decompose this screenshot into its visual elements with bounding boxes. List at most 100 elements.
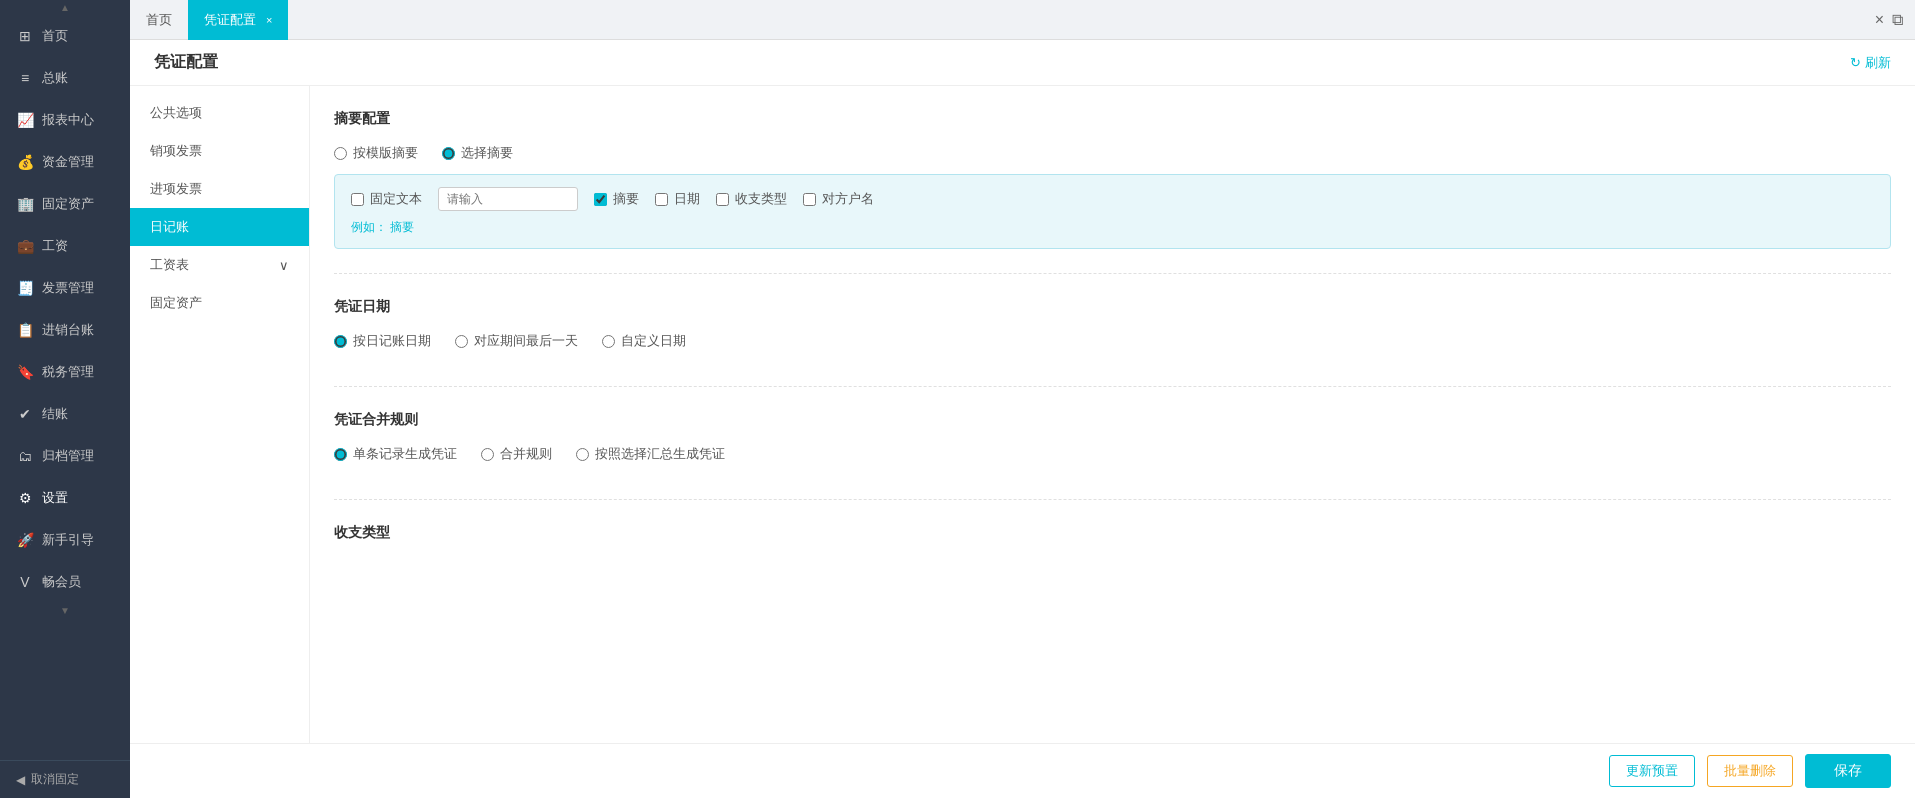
update-preview-button[interactable]: 更新预置 [1609, 755, 1695, 787]
radio-select-input[interactable] [442, 147, 455, 160]
tab-close-icon[interactable]: × [266, 14, 272, 26]
summary-config-title: 摘要配置 [334, 110, 1891, 128]
merge-rules-title: 凭证合并规则 [334, 411, 1891, 429]
fixed-assets-icon: 🏢 [16, 196, 34, 212]
checkout-icon: ✔ [16, 406, 34, 422]
tax-icon: 🔖 [16, 364, 34, 380]
sidebar-item-tax[interactable]: 🔖 税务管理 [0, 351, 130, 393]
batch-delete-button[interactable]: 批量删除 [1707, 755, 1793, 787]
checkbox-date-input[interactable] [655, 193, 668, 206]
checkbox-summary-input[interactable] [594, 193, 607, 206]
payroll-arrow-icon: ∨ [279, 258, 289, 273]
invoice-icon: 🧾 [16, 280, 34, 296]
sidebar-item-purchase-sales[interactable]: 📋 进销台账 [0, 309, 130, 351]
unpin-icon: ◀ [16, 773, 25, 787]
content-wrapper: 凭证配置 ↻ 刷新 公共选项 销项发票 进项发票 日记账 [130, 40, 1915, 798]
page-header: 凭证配置 ↻ 刷新 [130, 40, 1915, 86]
ledger-icon: ≡ [16, 70, 34, 86]
right-content: 摘要配置 按模版摘要 选择摘要 [310, 86, 1915, 743]
sidebar-item-member[interactable]: V 畅会员 [0, 561, 130, 603]
checkbox-counterparty[interactable]: 对方户名 [803, 190, 874, 208]
sidebar-item-guide[interactable]: 🚀 新手引导 [0, 519, 130, 561]
body-layout: 公共选项 销项发票 进项发票 日记账 工资表 ∨ 固定资产 [130, 86, 1915, 743]
radio-single-record[interactable]: 单条记录生成凭证 [334, 445, 457, 463]
radio-template-summary[interactable]: 按模版摘要 [334, 144, 418, 162]
guide-icon: 🚀 [16, 532, 34, 548]
sidebar-item-report[interactable]: 📈 报表中心 [0, 99, 130, 141]
sidebar-item-fund[interactable]: 💰 资金管理 [0, 141, 130, 183]
checkbox-summary[interactable]: 摘要 [594, 190, 639, 208]
summary-text-input[interactable] [438, 187, 578, 211]
radio-last-day[interactable]: 对应期间最后一天 [455, 332, 578, 350]
merge-rules-section: 凭证合并规则 单条记录生成凭证 合并规则 按照选择汇总生成凭证 [334, 411, 1891, 500]
voucher-date-radio-row: 按日记账日期 对应期间最后一天 自定义日期 [334, 332, 1891, 350]
radio-select-generate-input[interactable] [576, 448, 589, 461]
left-nav: 公共选项 销项发票 进项发票 日记账 工资表 ∨ 固定资产 [130, 86, 310, 743]
refresh-button[interactable]: ↻ 刷新 [1850, 54, 1891, 72]
nav-public-options[interactable]: 公共选项 [130, 94, 309, 132]
summary-radio-row: 按模版摘要 选择摘要 [334, 144, 1891, 162]
checkbox-income-type[interactable]: 收支类型 [716, 190, 787, 208]
radio-last-day-input[interactable] [455, 335, 468, 348]
nav-purchase-invoice[interactable]: 进项发票 [130, 170, 309, 208]
sidebar-item-invoice[interactable]: 🧾 发票管理 [0, 267, 130, 309]
window-restore-icon[interactable]: ⧉ [1892, 11, 1903, 29]
sidebar-item-salary[interactable]: 💼 工资 [0, 225, 130, 267]
summary-config-section: 摘要配置 按模版摘要 选择摘要 [334, 110, 1891, 274]
checkbox-fixed-text[interactable]: 固定文本 [351, 190, 422, 208]
radio-custom-date-input[interactable] [602, 335, 615, 348]
sidebar-item-settings[interactable]: ⚙ 设置 [0, 477, 130, 519]
sidebar-scroll-down[interactable]: ▼ [0, 603, 130, 618]
summary-config-box: 固定文本 摘要 日期 [334, 174, 1891, 249]
salary-icon: 💼 [16, 238, 34, 254]
bottom-bar: 更新预置 批量删除 保存 [130, 743, 1915, 798]
nav-fixed-assets[interactable]: 固定资产 [130, 284, 309, 322]
sidebar-scroll-up[interactable]: ▲ [0, 0, 130, 15]
radio-select-summary[interactable]: 选择摘要 [442, 144, 513, 162]
radio-by-journal-input[interactable] [334, 335, 347, 348]
summary-example: 例如： 摘要 [351, 219, 1874, 236]
save-button[interactable]: 保存 [1805, 754, 1891, 788]
radio-template-input[interactable] [334, 147, 347, 160]
radio-by-journal[interactable]: 按日记账日期 [334, 332, 431, 350]
radio-custom-date[interactable]: 自定义日期 [602, 332, 686, 350]
voucher-date-title: 凭证日期 [334, 298, 1891, 316]
window-close-icon[interactable]: × [1875, 11, 1884, 29]
sidebar: ▲ ⊞ 首页 ≡ 总账 📈 报表中心 💰 资金管理 🏢 固定资产 💼 工资 🧾 … [0, 0, 130, 798]
nav-sales-invoice[interactable]: 销项发票 [130, 132, 309, 170]
radio-select-generate[interactable]: 按照选择汇总生成凭证 [576, 445, 725, 463]
nav-payroll[interactable]: 工资表 ∨ [130, 246, 309, 284]
radio-single-record-input[interactable] [334, 448, 347, 461]
income-type-title: 收支类型 [334, 524, 1891, 542]
report-icon: 📈 [16, 112, 34, 128]
summary-checkbox-row: 固定文本 摘要 日期 [351, 187, 1874, 211]
sidebar-item-archive[interactable]: 🗂 归档管理 [0, 435, 130, 477]
tab-home[interactable]: 首页 [130, 0, 188, 40]
sidebar-item-home[interactable]: ⊞ 首页 [0, 15, 130, 57]
checkbox-income-type-input[interactable] [716, 193, 729, 206]
sidebar-item-fixed-assets[interactable]: 🏢 固定资产 [0, 183, 130, 225]
sidebar-item-checkout[interactable]: ✔ 结账 [0, 393, 130, 435]
sidebar-item-ledger[interactable]: ≡ 总账 [0, 57, 130, 99]
checkbox-counterparty-input[interactable] [803, 193, 816, 206]
nav-journal[interactable]: 日记账 [130, 208, 309, 246]
purchase-sales-icon: 📋 [16, 322, 34, 338]
member-icon: V [16, 574, 34, 590]
sidebar-unpin-button[interactable]: ◀ 取消固定 [0, 760, 130, 798]
page-title: 凭证配置 [154, 52, 218, 73]
income-type-section: 收支类型 [334, 524, 1891, 582]
settings-icon: ⚙ [16, 490, 34, 506]
main-area: 首页 凭证配置 × × ⧉ 凭证配置 ↻ 刷新 公共选项 [130, 0, 1915, 798]
fund-icon: 💰 [16, 154, 34, 170]
archive-icon: 🗂 [16, 448, 34, 464]
home-icon: ⊞ [16, 28, 34, 44]
radio-merge-rule[interactable]: 合并规则 [481, 445, 552, 463]
tab-voucher-config[interactable]: 凭证配置 × [188, 0, 288, 40]
refresh-icon: ↻ [1850, 55, 1861, 70]
checkbox-fixed-text-input[interactable] [351, 193, 364, 206]
radio-merge-rule-input[interactable] [481, 448, 494, 461]
checkbox-date[interactable]: 日期 [655, 190, 700, 208]
tab-bar-right: × ⧉ [1875, 11, 1915, 29]
tab-bar: 首页 凭证配置 × × ⧉ [130, 0, 1915, 40]
merge-rules-radio-row: 单条记录生成凭证 合并规则 按照选择汇总生成凭证 [334, 445, 1891, 463]
